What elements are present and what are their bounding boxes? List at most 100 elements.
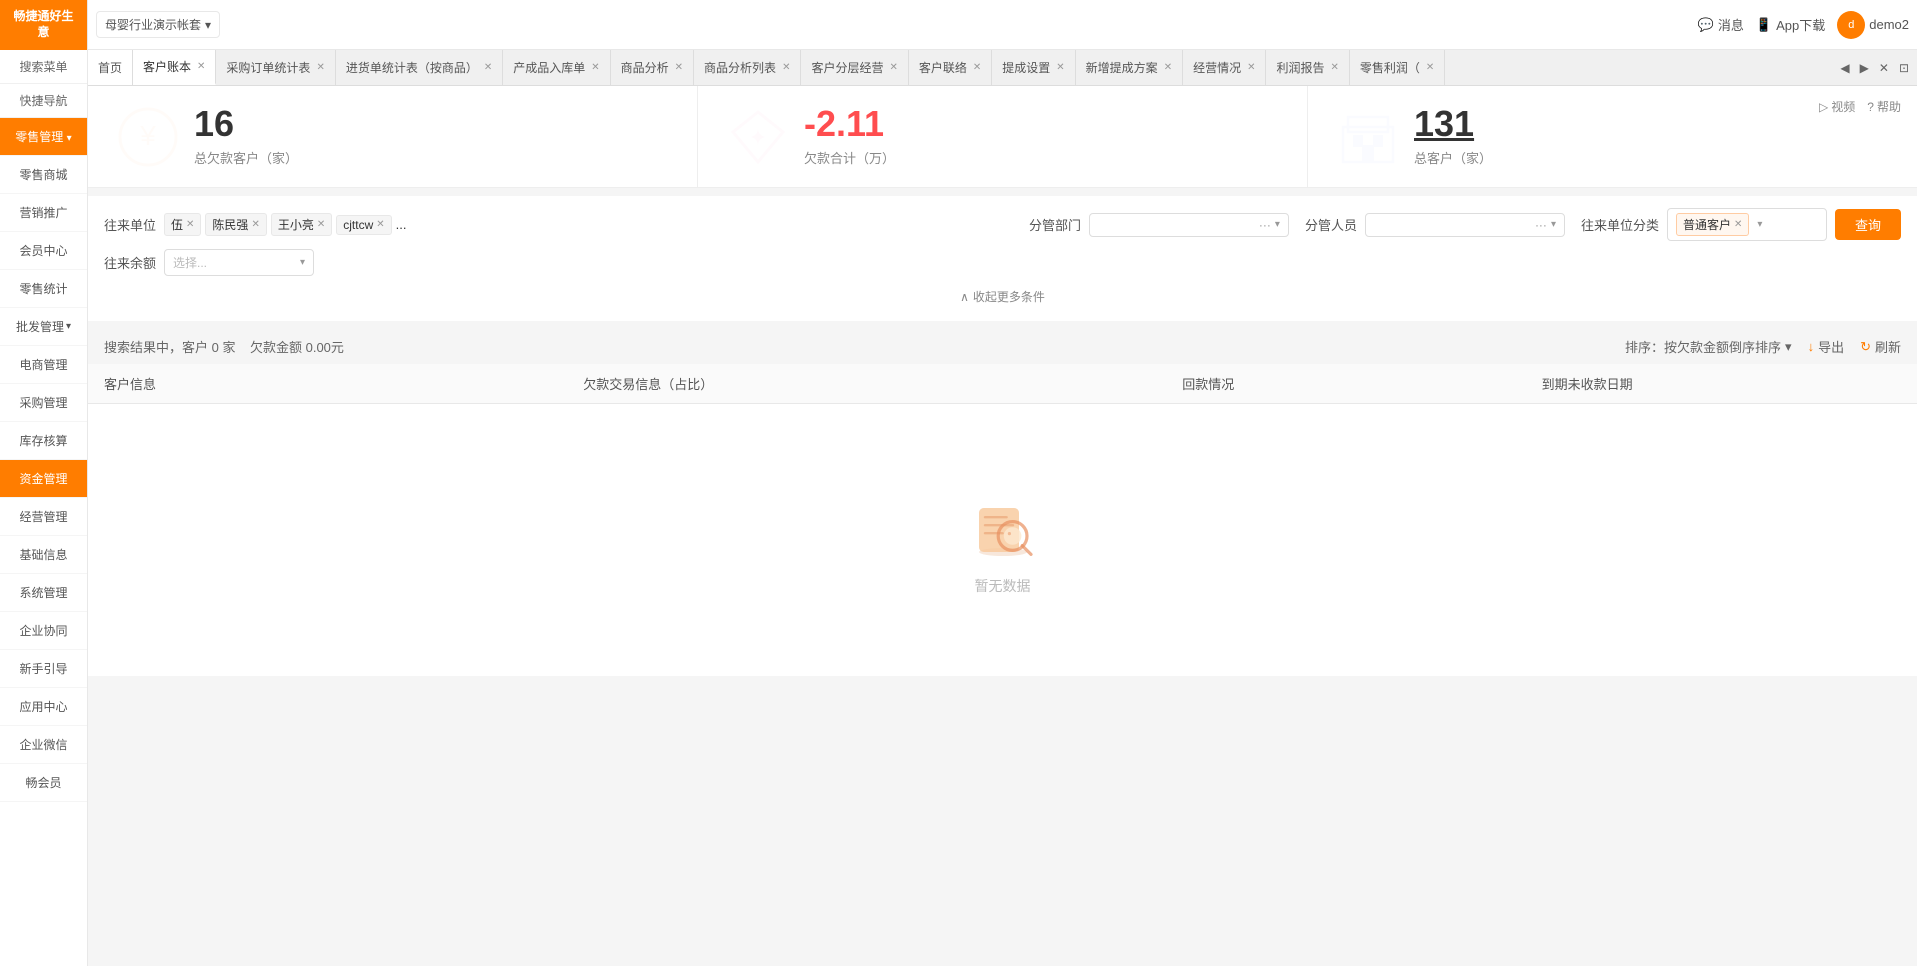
unit-tag-more[interactable]: ... <box>396 217 407 232</box>
sidebar-item-wechat[interactable]: 企业微信 <box>0 726 87 764</box>
sidebar-item-system[interactable]: 系统管理 <box>0 574 87 612</box>
account-selector[interactable]: 母婴行业演示帐套 ▾ <box>96 11 220 38</box>
help-link[interactable]: ? 帮助 <box>1867 98 1901 115</box>
tab-close-customer-tier[interactable]: ✕ <box>889 62 897 73</box>
empty-text: 暂无数据 <box>975 576 1031 596</box>
svg-text:¥: ¥ <box>139 120 156 151</box>
unit-tag-chen[interactable]: 陈民强 ✕ <box>205 213 266 236</box>
sidebar-item-basic-info[interactable]: 基础信息 <box>0 536 87 574</box>
sidebar-item-marketing[interactable]: 营销推广 <box>0 194 87 232</box>
tab-close-customer-contact[interactable]: ✕ <box>973 62 981 73</box>
unit-type-select[interactable]: 普通客户 ✕ ▾ <box>1667 208 1827 241</box>
tab-maximize[interactable]: ⊡ <box>1895 59 1913 77</box>
tab-close-purchase[interactable]: ✕ <box>316 62 324 73</box>
balance-filter-select[interactable]: 选择... ▾ <box>164 249 314 276</box>
refresh-icon: ↻ <box>1860 339 1871 355</box>
video-link[interactable]: ▷ 视频 <box>1819 98 1855 115</box>
chevron-up-icon: ∧ <box>960 290 969 304</box>
tab-product-analysis-list[interactable]: 商品分析列表 ✕ <box>694 50 801 85</box>
sidebar-inventory-label: 库存核算 <box>19 434 67 448</box>
unit-type-tag-normal[interactable]: 普通客户 ✕ <box>1676 213 1749 236</box>
person-filter-dots[interactable]: ··· <box>1535 218 1547 232</box>
sort-label-text: 排序：按欠款金额倒序排序 <box>1625 337 1781 356</box>
tab-inventory-stats[interactable]: 进货单统计表（按商品） ✕ <box>336 50 503 85</box>
tab-close-retail-profit[interactable]: ✕ <box>1426 62 1434 73</box>
tab-production-in[interactable]: 产成品入库单 ✕ <box>503 50 610 85</box>
tab-customer-tier[interactable]: 客户分层经营 ✕ <box>801 50 908 85</box>
sidebar-item-member[interactable]: 会员中心 <box>0 232 87 270</box>
dept-filter-dots[interactable]: ··· <box>1259 218 1271 232</box>
unit-tag-chen-close[interactable]: ✕ <box>251 219 259 230</box>
sidebar-item-purchase[interactable]: 采购管理 <box>0 384 87 422</box>
table-col-overdue-info: 欠款交易信息（占比） <box>583 374 1182 393</box>
sidebar-item-retail-stats[interactable]: 零售统计 <box>0 270 87 308</box>
unit-type-tag-close[interactable]: ✕ <box>1734 219 1742 230</box>
tab-profit-report[interactable]: 利润报告 ✕ <box>1266 50 1349 85</box>
tab-product-analysis-list-label: 商品分析列表 <box>704 59 776 76</box>
tab-operation[interactable]: 经营情况 ✕ <box>1183 50 1266 85</box>
tab-close-accounts[interactable]: ✕ <box>197 61 205 72</box>
tab-close-new-raise[interactable]: ✕ <box>1164 62 1172 73</box>
tab-product-analysis[interactable]: 商品分析 ✕ <box>611 50 694 85</box>
unit-tag-cjttcw[interactable]: cjttcw ✕ <box>336 215 391 235</box>
quick-nav[interactable]: 快捷导航 <box>0 84 87 118</box>
table-header: 客户信息 欠款交易信息（占比） 回款情况 到期未收款日期 <box>88 364 1917 404</box>
sidebar-operations-label: 经营管理 <box>19 510 67 524</box>
app-download-label: App下载 <box>1776 15 1825 34</box>
query-button[interactable]: 查询 <box>1835 209 1901 240</box>
sidebar-item-inventory[interactable]: 库存核算 <box>0 422 87 460</box>
user-menu[interactable]: d demo2 <box>1837 11 1909 39</box>
stat-overdue-amount-info: -2.11 欠款合计（万） <box>804 106 895 167</box>
sidebar-item-enterprise[interactable]: 企业协同 <box>0 612 87 650</box>
unit-tag-wu[interactable]: 伍 ✕ <box>164 213 201 236</box>
person-filter-select[interactable]: ··· ▾ <box>1365 213 1565 237</box>
video-icon: ▷ <box>1819 100 1828 114</box>
sidebar-item-new-guide[interactable]: 新手引导 <box>0 650 87 688</box>
tab-raise-settings[interactable]: 提成设置 ✕ <box>992 50 1075 85</box>
sidebar-item-app-center[interactable]: 应用中心 <box>0 688 87 726</box>
sidebar-wechat-label: 企业微信 <box>19 738 67 752</box>
sidebar-item-ecommerce[interactable]: 电商管理 <box>0 346 87 384</box>
tab-customer-contact[interactable]: 客户联络 ✕ <box>909 50 992 85</box>
tab-accounts-label: 客户账本 <box>143 58 191 75</box>
sidebar-item-retail[interactable]: 零售管理 ▾ <box>0 118 87 156</box>
dept-filter-label: 分管部门 <box>1029 215 1081 234</box>
export-button[interactable]: ↓ 导出 <box>1808 337 1845 356</box>
dept-filter-select[interactable]: ··· ▾ <box>1089 213 1289 237</box>
tab-prev-arrow[interactable]: ◀ <box>1836 59 1853 77</box>
result-count-unit: 家 <box>223 340 236 355</box>
tab-purchase-order[interactable]: 采购订单统计表 ✕ <box>216 50 335 85</box>
unit-tag-cjttcw-close[interactable]: ✕ <box>376 219 384 230</box>
tab-close-inventory[interactable]: ✕ <box>484 62 492 73</box>
tab-retail-profit[interactable]: 零售利润（ ✕ <box>1350 50 1445 85</box>
tab-new-raise[interactable]: 新增提成方案 ✕ <box>1076 50 1183 85</box>
sort-select[interactable]: 排序：按欠款金额倒序排序 ▾ <box>1625 337 1792 356</box>
unit-tag-wang-close[interactable]: ✕ <box>317 219 325 230</box>
collapse-btn[interactable]: ∧ 收起更多条件 <box>104 284 1901 309</box>
tab-close-all[interactable]: ✕ <box>1875 59 1893 77</box>
tab-close-operation[interactable]: ✕ <box>1247 62 1255 73</box>
refresh-button[interactable]: ↻ 刷新 <box>1860 337 1901 356</box>
tab-retail-profit-label: 零售利润（ <box>1360 59 1420 76</box>
tab-next-arrow[interactable]: ▶ <box>1856 59 1873 77</box>
tab-production-in-label: 产成品入库单 <box>513 59 585 76</box>
result-amount-label: 欠款金额 <box>250 340 302 355</box>
sidebar-item-wholesale[interactable]: 批发管理 ▾ <box>0 308 87 346</box>
unit-tag-wang[interactable]: 王小亮 ✕ <box>271 213 332 236</box>
tab-home[interactable]: 首页 <box>88 50 133 85</box>
result-amount-value: 0.00元 <box>306 340 344 355</box>
tab-accounts[interactable]: 客户账本 ✕ <box>133 50 216 85</box>
message-button[interactable]: 💬 消息 <box>1698 15 1744 34</box>
sidebar-item-vip[interactable]: 畅会员 <box>0 764 87 802</box>
search-menu[interactable]: 搜索菜单 <box>0 50 87 84</box>
sidebar-item-retail-mall[interactable]: 零售商城 <box>0 156 87 194</box>
unit-tag-wu-close[interactable]: ✕ <box>186 219 194 230</box>
tab-close-production[interactable]: ✕ <box>591 62 599 73</box>
app-download-button[interactable]: 📱 App下载 <box>1756 15 1825 34</box>
tab-close-product-analysis-list[interactable]: ✕ <box>782 62 790 73</box>
sidebar-item-finance[interactable]: 资金管理 <box>0 460 87 498</box>
tab-close-raise-settings[interactable]: ✕ <box>1056 62 1064 73</box>
sidebar-item-operations[interactable]: 经营管理 <box>0 498 87 536</box>
tab-close-profit-report[interactable]: ✕ <box>1331 62 1339 73</box>
tab-close-product-analysis[interactable]: ✕ <box>675 62 683 73</box>
